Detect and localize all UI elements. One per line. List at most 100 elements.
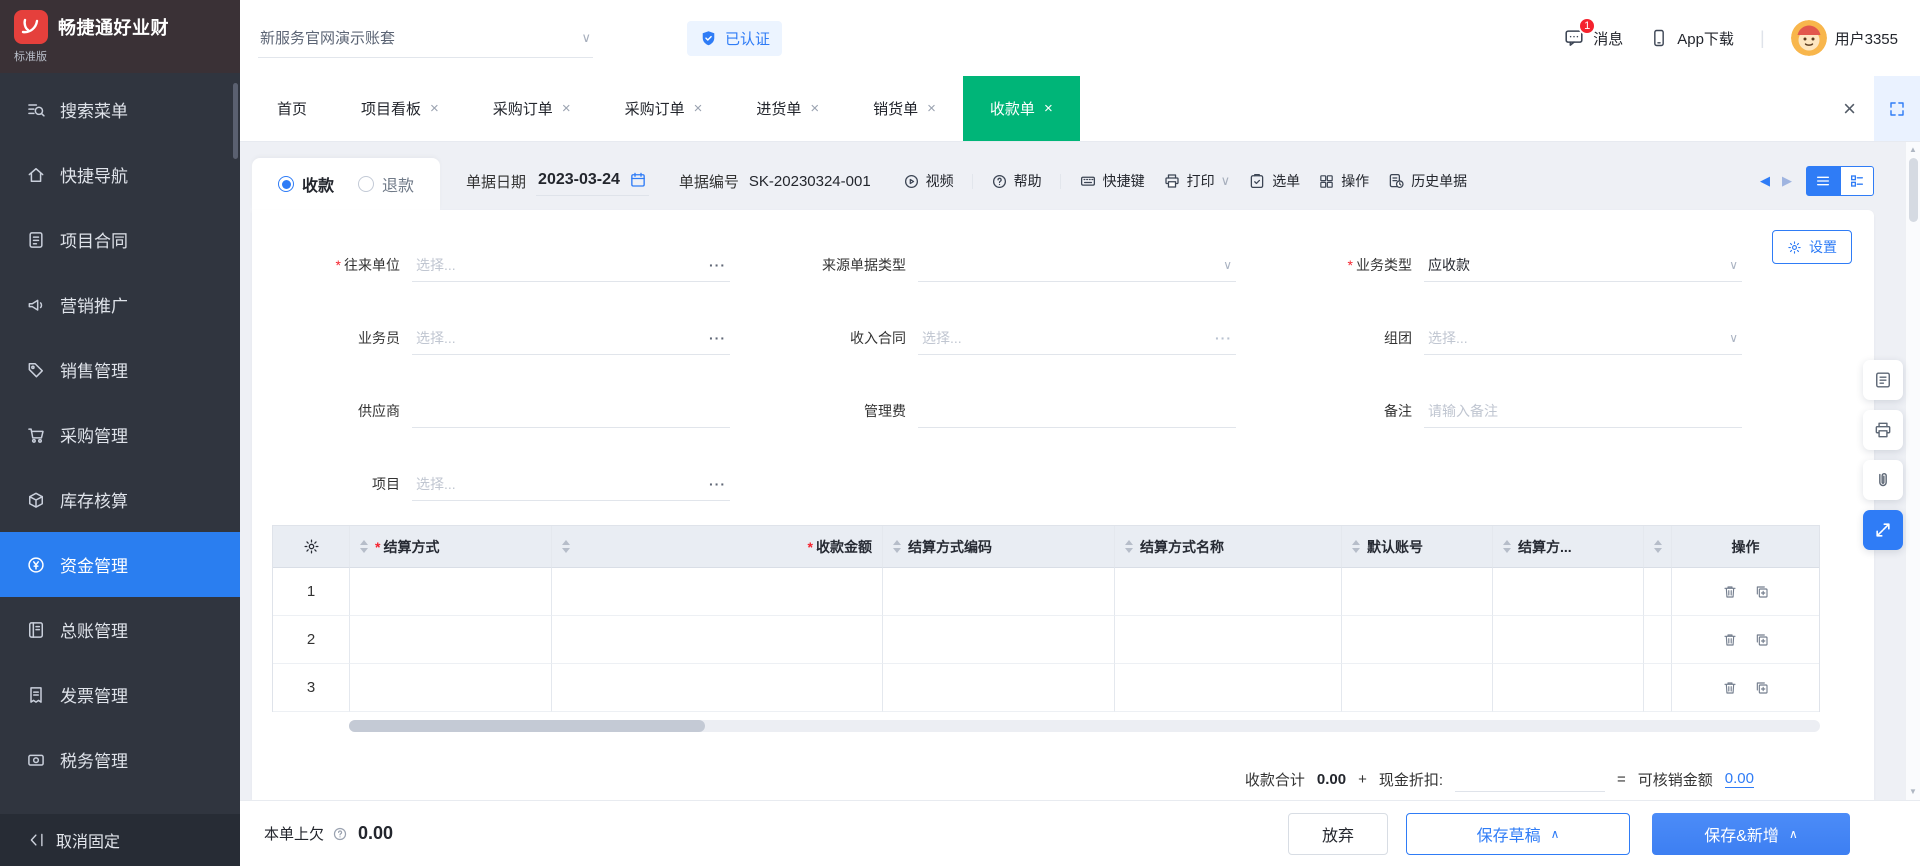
sidebar-item-inventory[interactable]: 库存核算 — [0, 467, 240, 532]
chevron-down-icon[interactable]: ∨ — [1729, 258, 1738, 272]
close-icon[interactable]: × — [927, 100, 936, 117]
copy-row-icon[interactable] — [1754, 680, 1770, 696]
video-button[interactable]: 视频 — [903, 171, 954, 191]
sidebar-item-funds[interactable]: 资金管理 — [0, 532, 240, 597]
sidebar-item-sales[interactable]: 销售管理 — [0, 337, 240, 402]
help-button[interactable]: 帮助 — [991, 171, 1042, 191]
sort-icon[interactable] — [1125, 540, 1133, 553]
cell-settlement-code[interactable] — [883, 616, 1115, 664]
writeoff-value[interactable]: 0.00 — [1724, 770, 1754, 788]
chevron-down-icon[interactable]: ∨ — [1729, 331, 1738, 345]
sort-icon[interactable] — [1352, 540, 1360, 553]
sort-icon[interactable] — [360, 540, 368, 553]
tab-receipt-active[interactable]: 收款单 × — [962, 76, 1080, 141]
group-select[interactable]: 选择... ∨ — [1424, 321, 1742, 355]
cell-default-account[interactable] — [1342, 568, 1493, 616]
sidebar-item-project-contract[interactable]: 项目合同 — [0, 207, 240, 272]
column-header-settlement-code[interactable]: 结算方式编码 — [883, 526, 1115, 568]
cell-settlement-name[interactable] — [1115, 664, 1342, 712]
tab-purchase-order-1[interactable]: 采购订单 × — [466, 76, 598, 141]
prev-doc-icon[interactable]: ◀ — [1760, 173, 1770, 189]
pick-list-button[interactable]: 选单 — [1248, 171, 1300, 191]
logo-area[interactable]: 畅捷通好业财 标准版 — [0, 0, 240, 73]
delete-row-icon[interactable] — [1722, 584, 1738, 600]
cell-settlement-code[interactable] — [883, 568, 1115, 616]
cell-receipt-amount[interactable] — [552, 664, 883, 712]
sidebar-item-invoice[interactable]: 发票管理 — [0, 662, 240, 727]
app-download-button[interactable]: App下载 — [1649, 28, 1734, 49]
cell-settlement-name[interactable] — [1115, 568, 1342, 616]
settings-button[interactable]: 设置 — [1772, 230, 1852, 264]
source-doc-type-select[interactable]: ∨ — [918, 248, 1236, 282]
ellipsis-picker-icon[interactable]: ··· — [1215, 330, 1232, 346]
certified-badge[interactable]: 已认证 — [687, 20, 783, 56]
income-contract-field[interactable]: 选择... ··· — [918, 321, 1236, 355]
card-view-button[interactable] — [1840, 166, 1874, 196]
content-vertical-scrollbar[interactable]: ▲ ▼ — [1905, 142, 1920, 800]
cell-extra[interactable] — [1644, 664, 1672, 712]
messages-button[interactable]: 1 消息 — [1563, 17, 1623, 49]
tab-purchase-order-2[interactable]: 采购订单 × — [598, 76, 730, 141]
delete-row-icon[interactable] — [1722, 680, 1738, 696]
chevron-down-icon[interactable]: ∨ — [1223, 258, 1232, 272]
save-and-new-button[interactable]: 保存&新增 ∧ — [1652, 812, 1850, 855]
ellipsis-picker-icon[interactable]: ··· — [709, 476, 726, 492]
project-field[interactable]: 选择... ··· — [412, 467, 730, 501]
drafts-icon[interactable] — [1863, 360, 1903, 400]
scroll-down-icon[interactable]: ▼ — [1909, 787, 1917, 797]
refund-radio[interactable]: 退款 — [358, 172, 414, 196]
sidebar-scrollbar-thumb[interactable] — [233, 83, 238, 159]
cell-extra[interactable] — [1644, 568, 1672, 616]
hotkeys-button[interactable]: 快捷键 — [1079, 171, 1145, 191]
column-header-default-account[interactable]: 默认账号 — [1342, 526, 1493, 568]
unpin-button[interactable]: 取消固定 — [0, 814, 240, 866]
column-header-settlement-method[interactable]: * 结算方式 — [350, 526, 552, 568]
sort-icon[interactable] — [893, 540, 901, 553]
copy-row-icon[interactable] — [1754, 632, 1770, 648]
sidebar-item-purchase[interactable]: 采购管理 — [0, 402, 240, 467]
column-header-extra[interactable] — [1644, 526, 1672, 568]
cell-settlement-extra[interactable] — [1493, 568, 1644, 616]
scrollbar-thumb[interactable] — [1908, 158, 1918, 222]
supplier-field[interactable] — [412, 394, 730, 428]
delete-row-icon[interactable] — [1722, 632, 1738, 648]
column-header-settlement-name[interactable]: 结算方式名称 — [1115, 526, 1342, 568]
tab-sales-order[interactable]: 销货单 × — [846, 76, 963, 141]
sidebar-item-marketing[interactable]: 营销推广 — [0, 272, 240, 337]
attachment-icon[interactable] — [1863, 460, 1903, 500]
cell-settlement-extra[interactable] — [1493, 616, 1644, 664]
cash-discount-input[interactable] — [1455, 766, 1606, 792]
sidebar-item-search-menu[interactable]: 搜索菜单 — [0, 77, 240, 142]
close-all-tabs-icon[interactable]: × — [1825, 76, 1874, 141]
sidebar-item-quick-nav[interactable]: 快捷导航 — [0, 142, 240, 207]
cell-settlement-extra[interactable] — [1493, 664, 1644, 712]
actions-button[interactable]: 操作 — [1318, 171, 1369, 191]
salesperson-field[interactable]: 选择... ··· — [412, 321, 730, 355]
fullscreen-icon[interactable] — [1874, 76, 1920, 141]
business-type-select[interactable]: 应收款 ∨ — [1424, 248, 1742, 282]
ellipsis-picker-icon[interactable]: ··· — [709, 330, 726, 346]
table-horizontal-scrollbar[interactable] — [349, 720, 1820, 732]
calendar-icon[interactable] — [629, 171, 647, 189]
counterparty-field[interactable]: 选择... ··· — [412, 248, 730, 282]
scrollbar-thumb[interactable] — [349, 720, 705, 732]
table-column-settings-button[interactable] — [273, 526, 350, 568]
column-header-receipt-amount[interactable]: * 收款金额 — [552, 526, 883, 568]
cell-default-account[interactable] — [1342, 616, 1493, 664]
print-button[interactable]: 打印 ∨ — [1163, 171, 1230, 191]
close-icon[interactable]: × — [562, 100, 571, 117]
expand-icon[interactable] — [1863, 510, 1903, 550]
history-button[interactable]: 历史单据 — [1387, 171, 1467, 191]
close-icon[interactable]: × — [430, 100, 439, 117]
receipt-radio[interactable]: 收款 — [278, 172, 334, 196]
management-fee-field[interactable] — [918, 394, 1236, 428]
sidebar-item-ledger[interactable]: 总账管理 — [0, 597, 240, 662]
sort-icon[interactable] — [1503, 540, 1511, 553]
cell-settlement-method[interactable] — [350, 664, 552, 712]
user-menu[interactable]: 用户3355 — [1790, 20, 1898, 56]
next-doc-icon[interactable]: ▶ — [1782, 173, 1792, 189]
cell-settlement-method[interactable] — [350, 616, 552, 664]
close-icon[interactable]: × — [1044, 100, 1053, 117]
column-header-settlement-truncated[interactable]: 结算方... — [1493, 526, 1644, 568]
print-icon[interactable] — [1863, 410, 1903, 450]
